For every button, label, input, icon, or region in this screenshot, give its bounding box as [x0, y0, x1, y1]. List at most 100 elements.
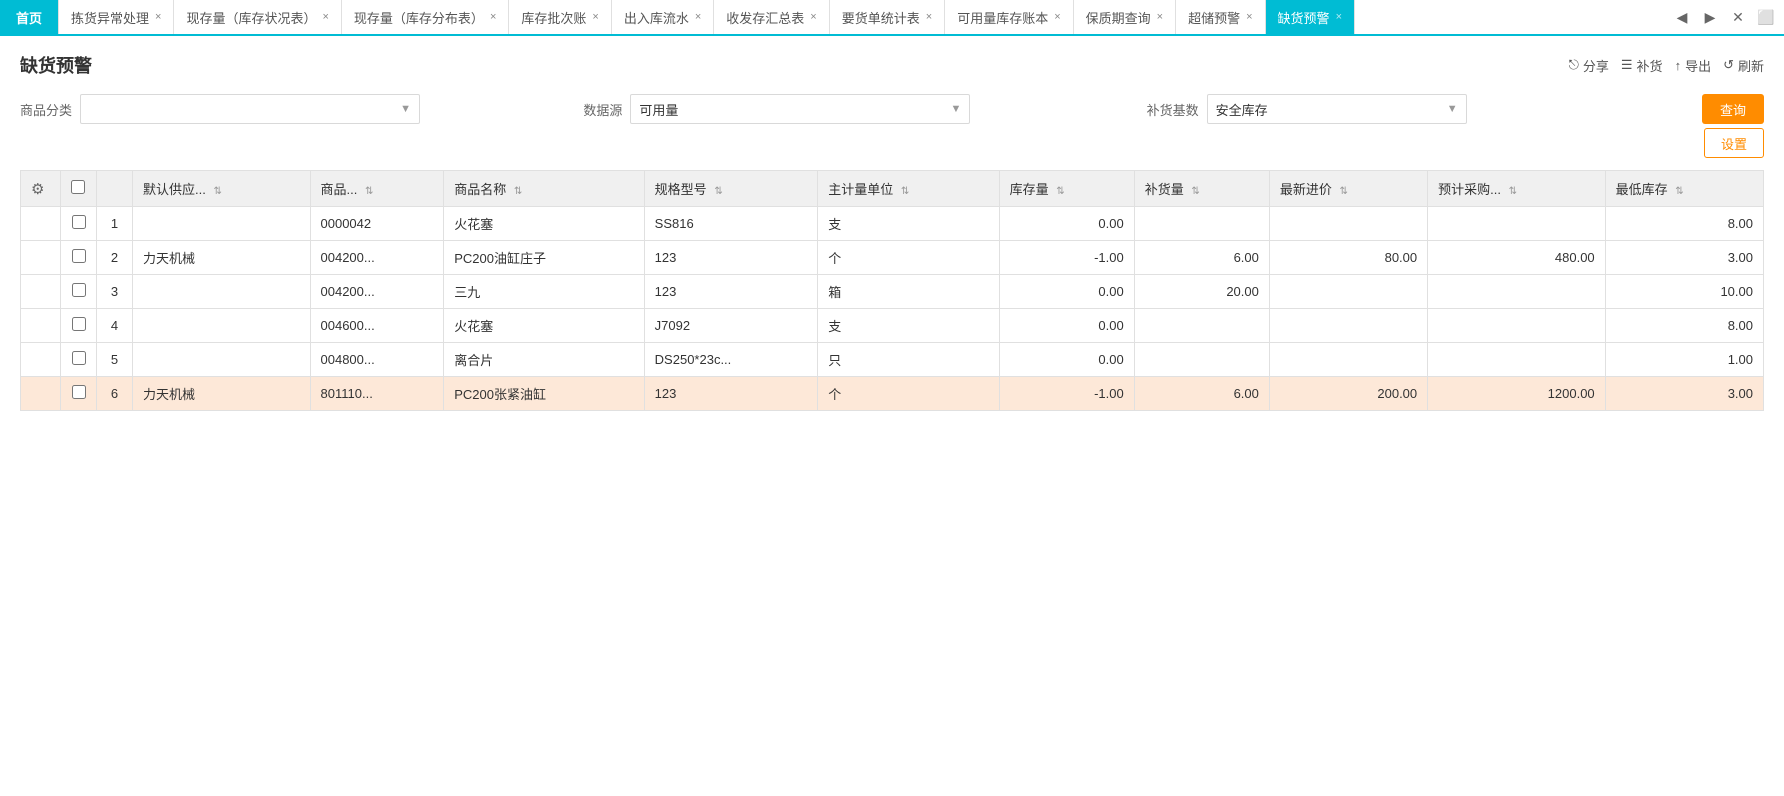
tab-available-close[interactable]: × [1054, 11, 1060, 23]
nav-prev-btn[interactable]: ◀ [1668, 3, 1696, 31]
tab-stock1-close[interactable]: × [322, 11, 328, 23]
row-min-stock: 3.00 [1605, 377, 1763, 411]
filter-datasource-group: 数据源 可用量 ▼ [583, 94, 1126, 124]
th-replenish-label: 补货量 [1145, 182, 1184, 197]
tab-order-close[interactable]: × [926, 11, 932, 23]
row-supplier [133, 207, 311, 241]
row-supplier [133, 309, 311, 343]
row-index: 4 [97, 309, 133, 343]
th-supplier: 默认供应... ⇅ [133, 171, 311, 207]
spec-sort-icon[interactable]: ⇅ [714, 186, 722, 197]
query-button[interactable]: 查询 [1702, 94, 1764, 124]
row-checkbox-3[interactable] [72, 317, 86, 331]
tab-summary-close[interactable]: × [810, 11, 816, 23]
datasource-select[interactable]: 可用量 ▼ [630, 94, 970, 124]
replenish-base-label: 补货基数 [1147, 100, 1199, 119]
refresh-action[interactable]: ↺ 刷新 [1723, 56, 1764, 75]
row-checkbox-4[interactable] [72, 351, 86, 365]
share-action[interactable]: ⎋ 分享 [1569, 56, 1609, 75]
min-stock-sort-icon[interactable]: ⇅ [1675, 186, 1683, 197]
tab-overstock[interactable]: 超储预警 × [1176, 0, 1265, 34]
row-product-code: 0000042 [310, 207, 444, 241]
th-checkbox [61, 171, 97, 207]
row-index: 1 [97, 207, 133, 241]
row-checkbox-cell[interactable] [61, 275, 97, 309]
row-checkbox-1[interactable] [72, 249, 86, 263]
tab-picking[interactable]: 拣货异常处理 × [59, 0, 174, 34]
tab-stock2-close[interactable]: × [490, 11, 496, 23]
tab-picking-close[interactable]: × [155, 11, 161, 23]
estimated-sort-icon[interactable]: ⇅ [1509, 186, 1517, 197]
tab-stock2[interactable]: 现存量（库存分布表） × [342, 0, 509, 34]
filter-category-group: 商品分类 ▼ [20, 94, 563, 124]
replenish-action[interactable]: ☰ 补货 [1621, 56, 1663, 75]
row-stock: 0.00 [999, 309, 1134, 343]
product-code-sort-icon[interactable]: ⇅ [365, 186, 373, 197]
tab-stock1-label: 现存量（库存状况表） [186, 8, 316, 27]
tab-order[interactable]: 要货单统计表 × [830, 0, 945, 34]
tab-batch[interactable]: 库存批次账 × [509, 0, 611, 34]
filter-replenish-base-group: 补货基数 安全库存 ▼ [1147, 94, 1690, 124]
tab-stock1[interactable]: 现存量（库存状况表） × [174, 0, 341, 34]
table-header-row: ⚙ 默认供应... ⇅ 商品... ⇅ 商品名称 ⇅ [21, 171, 1764, 207]
product-name-sort-icon[interactable]: ⇅ [514, 186, 522, 197]
settings-button[interactable]: 设置 [1704, 128, 1764, 158]
row-stock: 0.00 [999, 275, 1134, 309]
row-latest-price [1269, 207, 1427, 241]
latest-price-sort-icon[interactable]: ⇅ [1340, 186, 1348, 197]
row-checkbox-2[interactable] [72, 283, 86, 297]
tab-expiry[interactable]: 保质期查询 × [1074, 0, 1176, 34]
row-checkbox-0[interactable] [72, 215, 86, 229]
tab-batch-close[interactable]: × [592, 11, 598, 23]
action-buttons: 查询 设置 [1702, 94, 1764, 158]
row-supplier: 力天机械 [133, 377, 311, 411]
th-settings[interactable]: ⚙ [21, 171, 61, 207]
tab-expiry-close[interactable]: × [1157, 11, 1163, 23]
row-latest-price [1269, 309, 1427, 343]
tab-shortage[interactable]: 缺货预警 × [1266, 0, 1355, 34]
unit-sort-icon[interactable]: ⇅ [901, 186, 909, 197]
select-all-checkbox[interactable] [71, 180, 85, 194]
datasource-chevron-icon: ▼ [950, 103, 961, 115]
category-select[interactable]: ▼ [80, 94, 420, 124]
stock-sort-icon[interactable]: ⇅ [1056, 186, 1064, 197]
nav-close-btn[interactable]: ✕ [1724, 3, 1752, 31]
row-min-stock: 10.00 [1605, 275, 1763, 309]
tab-summary[interactable]: 收发存汇总表 × [714, 0, 829, 34]
row-checkbox-cell[interactable] [61, 377, 97, 411]
th-spec-label: 规格型号 [655, 182, 707, 197]
row-min-stock: 8.00 [1605, 309, 1763, 343]
row-checkbox-cell[interactable] [61, 343, 97, 377]
row-unit: 个 [818, 241, 999, 275]
row-checkbox-cell[interactable] [61, 207, 97, 241]
tab-flow-label: 出入库流水 [624, 8, 689, 27]
settings-gear-icon[interactable]: ⚙ [31, 181, 44, 198]
supplier-sort-icon[interactable]: ⇅ [213, 186, 221, 197]
nav-next-btn[interactable]: ▶ [1696, 3, 1724, 31]
tab-shortage-close[interactable]: × [1336, 11, 1342, 23]
row-product-code: 801110... [310, 377, 444, 411]
nav-maximize-btn[interactable]: ⬜ [1752, 3, 1780, 31]
row-product-name: 三九 [444, 275, 644, 309]
row-checkbox-cell[interactable] [61, 241, 97, 275]
th-spec: 规格型号 ⇅ [644, 171, 818, 207]
row-product-name: 火花塞 [444, 309, 644, 343]
th-product-name: 商品名称 ⇅ [444, 171, 644, 207]
row-unit: 只 [818, 343, 999, 377]
tab-flow[interactable]: 出入库流水 × [612, 0, 714, 34]
row-min-stock: 3.00 [1605, 241, 1763, 275]
row-checkbox-cell[interactable] [61, 309, 97, 343]
row-stock: -1.00 [999, 241, 1134, 275]
replenish-base-select[interactable]: 安全库存 ▼ [1207, 94, 1467, 124]
th-estimated-label: 预计采购... [1438, 182, 1501, 197]
tab-flow-close[interactable]: × [695, 11, 701, 23]
tab-overstock-close[interactable]: × [1246, 11, 1252, 23]
row-settings-cell [21, 377, 61, 411]
row-unit: 支 [818, 309, 999, 343]
replenish-sort-icon[interactable]: ⇅ [1191, 186, 1199, 197]
export-action[interactable]: ↑ 导出 [1675, 56, 1712, 75]
tab-available[interactable]: 可用量库存账本 × [945, 0, 1073, 34]
tab-home[interactable]: 首页 [0, 0, 59, 34]
row-unit: 箱 [818, 275, 999, 309]
row-checkbox-5[interactable] [72, 385, 86, 399]
